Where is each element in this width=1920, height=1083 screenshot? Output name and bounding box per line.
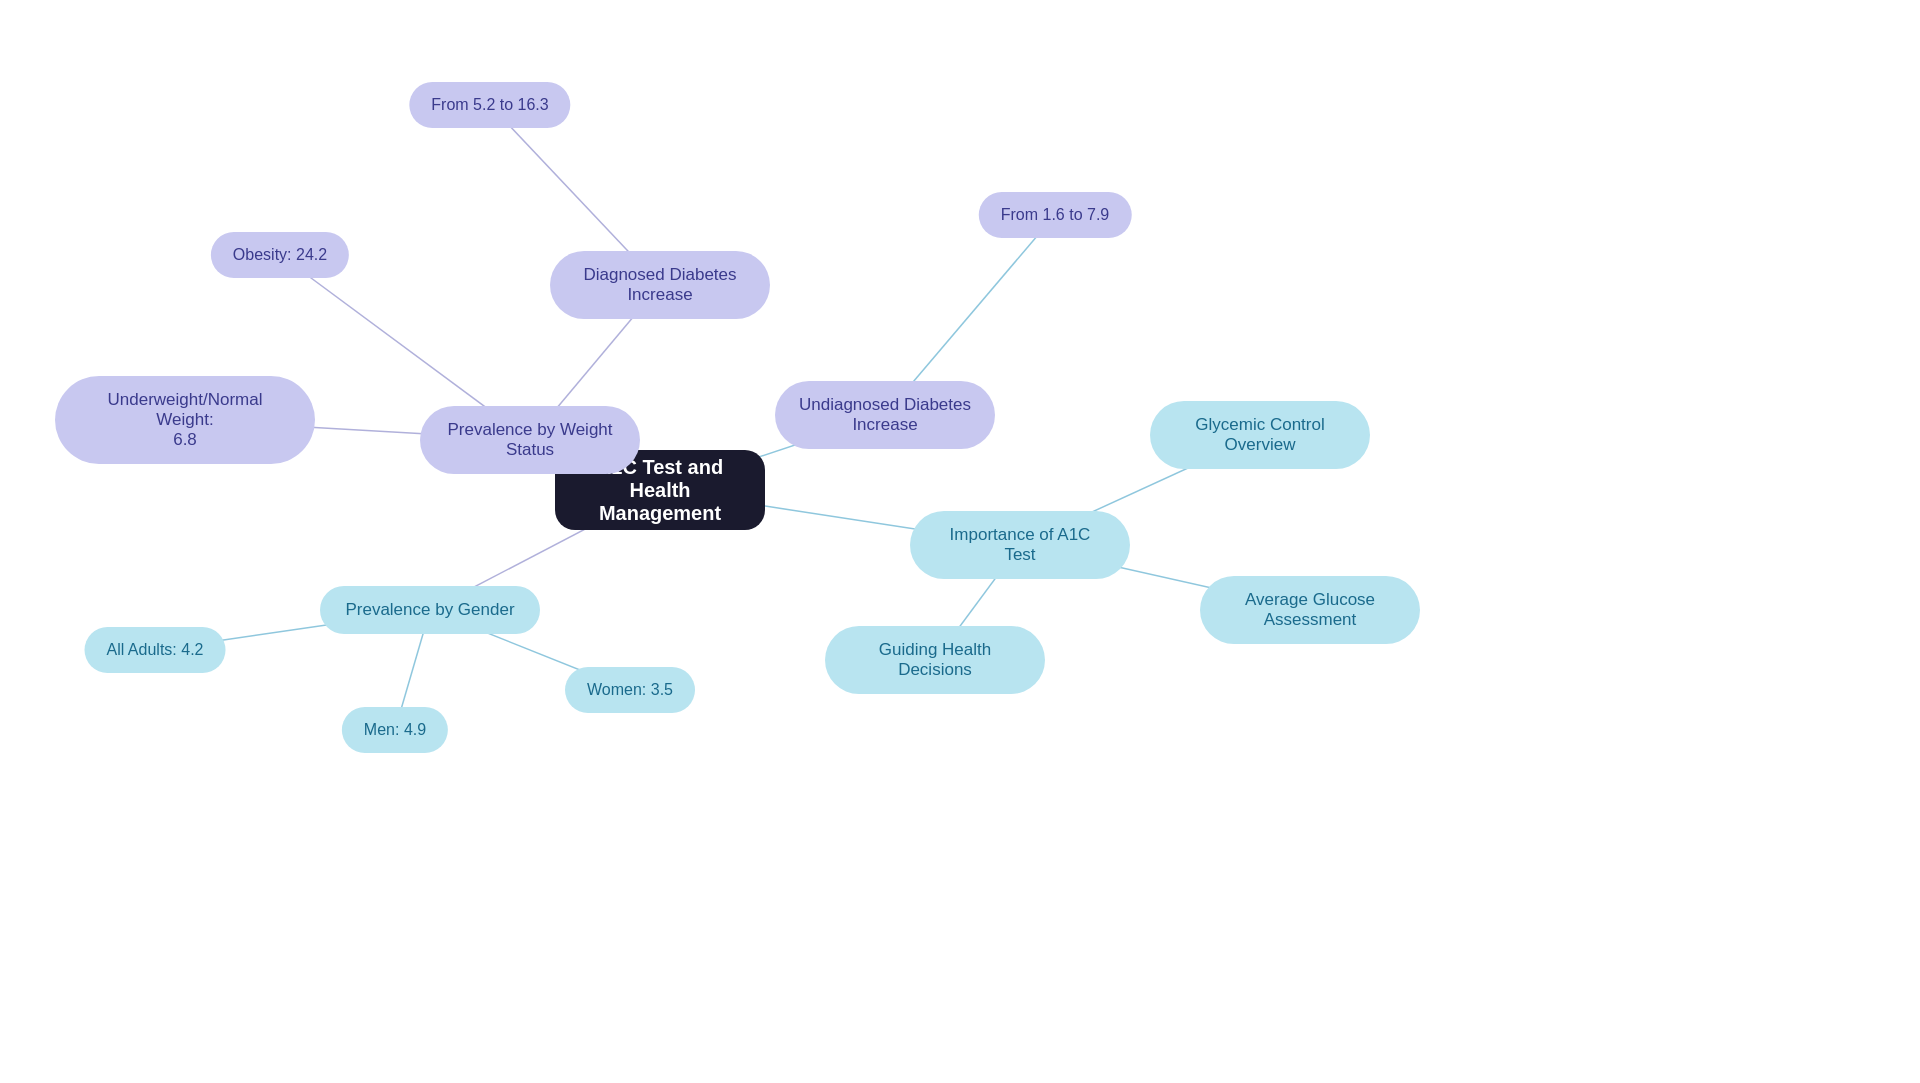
node-obesity[interactable]: Obesity: 24.2 bbox=[211, 232, 349, 278]
node-importance_a1c[interactable]: Importance of A1C Test bbox=[910, 511, 1130, 579]
node-average_glucose[interactable]: Average Glucose Assessment bbox=[1200, 576, 1420, 644]
node-diagnosed_diabetes[interactable]: Diagnosed Diabetes Increase bbox=[550, 251, 770, 319]
node-men[interactable]: Men: 4.9 bbox=[342, 707, 448, 753]
node-prevalence_weight[interactable]: Prevalence by Weight Status bbox=[420, 406, 640, 474]
mind-map-canvas: A1C Test and Health ManagementFrom 5.2 t… bbox=[0, 0, 1920, 1083]
node-guiding_health[interactable]: Guiding Health Decisions bbox=[825, 626, 1045, 694]
node-glycemic_control[interactable]: Glycemic Control Overview bbox=[1150, 401, 1370, 469]
node-underweight[interactable]: Underweight/Normal Weight: 6.8 bbox=[55, 376, 315, 464]
node-from_5_16[interactable]: From 5.2 to 16.3 bbox=[409, 82, 570, 128]
node-all_adults[interactable]: All Adults: 4.2 bbox=[85, 627, 226, 673]
node-from_1_7[interactable]: From 1.6 to 7.9 bbox=[979, 192, 1132, 238]
node-prevalence_gender[interactable]: Prevalence by Gender bbox=[320, 586, 540, 634]
node-women[interactable]: Women: 3.5 bbox=[565, 667, 695, 713]
node-undiagnosed_diabetes[interactable]: Undiagnosed Diabetes Increase bbox=[775, 381, 995, 449]
